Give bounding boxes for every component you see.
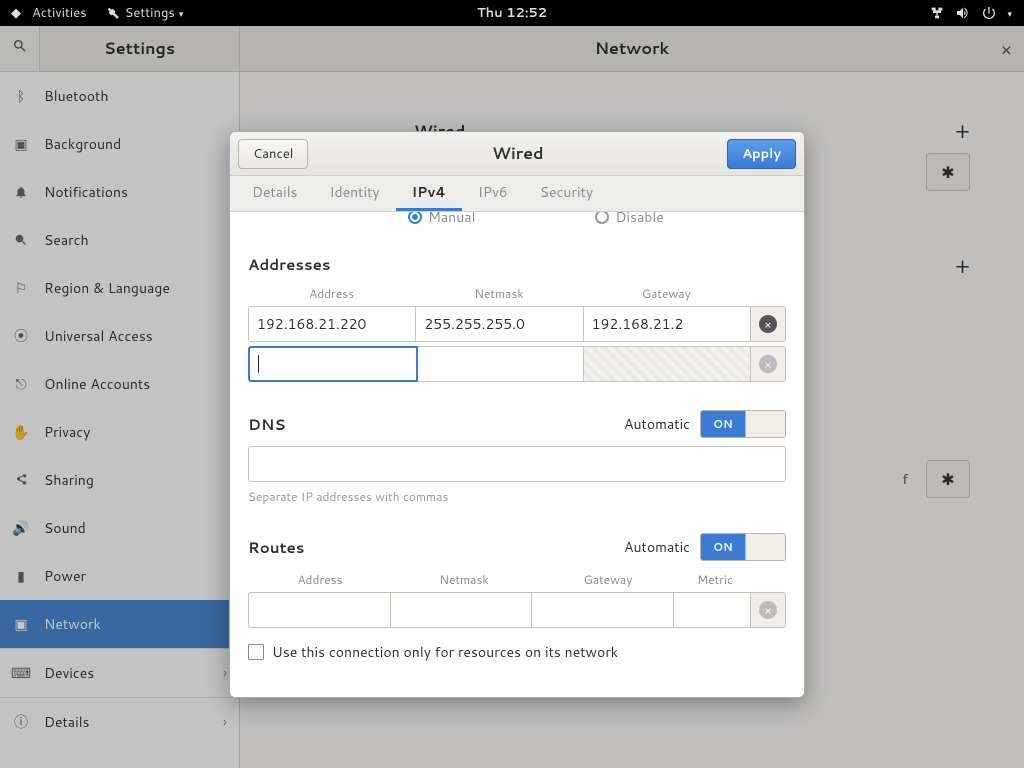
dialog-title: Wired [308,142,727,165]
routes-automatic-toggle[interactable]: ON [700,533,786,561]
delete-address-button-disabled: × [750,346,786,382]
netmask-input[interactable]: 255.255.255.0 [415,306,583,342]
network-wired-icon[interactable] [929,5,945,21]
close-circle-icon: × [759,315,777,333]
volume-icon[interactable] [955,5,971,21]
chevron-down-icon: ▾ [179,7,184,20]
use-only-for-resources-label: Use this connection only for resources o… [272,642,618,662]
wrench-icon [105,5,121,21]
route-netmask-input[interactable] [390,592,533,628]
dns-automatic-label: Automatic [624,414,690,434]
netmask-input-empty[interactable] [417,346,585,382]
tab-security[interactable]: Security [524,176,609,211]
dns-automatic-toggle[interactable]: ON [700,410,786,438]
routes-headers: Address Netmask Gateway Metric [248,571,786,588]
addresses-headers: Address Netmask Gateway [248,285,786,302]
route-gateway-input[interactable] [531,592,674,628]
close-circle-icon: × [759,601,777,619]
app-menu[interactable]: Settings ▾ [105,4,184,22]
tab-identity[interactable]: Identity [314,176,396,211]
route-address-input[interactable] [248,592,391,628]
address-row-empty: × [248,346,786,382]
dialog-tabs: Details Identity IPv4 IPv6 Security [230,176,804,212]
dns-section-title: DNS [248,414,286,435]
address-row: 192.168.21.220 255.255.255.0 192.168.21.… [248,306,786,342]
wired-connection-dialog: Cancel Wired Apply Details Identity IPv4… [229,131,805,698]
topbar-clock[interactable]: Thu 12:52 [477,4,547,22]
gateway-input[interactable]: 192.168.21.2 [583,306,751,342]
delete-address-button[interactable]: × [750,306,786,342]
tab-details[interactable]: Details [236,176,314,211]
gnome-topbar: ◆ Activities Settings ▾ Thu 12:52 ▾ [0,0,1024,26]
dns-hint: Separate IP addresses with commas [248,488,786,505]
address-input[interactable]: 192.168.21.220 [248,306,416,342]
cancel-button[interactable]: Cancel [238,139,308,169]
close-circle-icon: × [759,355,777,373]
power-icon[interactable] [981,5,997,21]
radio-disable[interactable]: Disable [595,212,663,227]
toggle-knob [745,534,785,560]
dns-servers-input[interactable] [248,446,786,482]
activities-button[interactable]: Activities [32,4,87,22]
routes-section-title: Routes [248,537,304,558]
radio-manual[interactable]: Manual [408,212,475,227]
chevron-down-icon[interactable]: ▾ [1007,7,1012,20]
route-row-empty: × [248,592,786,628]
addresses-section-title: Addresses [248,254,786,275]
gateway-input-disabled [583,346,751,382]
radio-empty-icon [595,212,609,224]
delete-route-button-disabled: × [750,592,786,628]
gnome-logo-icon: ◆ [8,5,24,21]
address-input-empty[interactable] [248,346,418,382]
routes-automatic-label: Automatic [624,537,690,557]
tab-ipv6[interactable]: IPv6 [462,176,524,211]
route-metric-input[interactable] [673,592,751,628]
radio-selected-icon [408,212,422,224]
toggle-knob [745,411,785,437]
tab-ipv4[interactable]: IPv4 [396,176,462,211]
apply-button[interactable]: Apply [727,139,796,169]
use-only-for-resources-checkbox[interactable] [248,644,264,660]
